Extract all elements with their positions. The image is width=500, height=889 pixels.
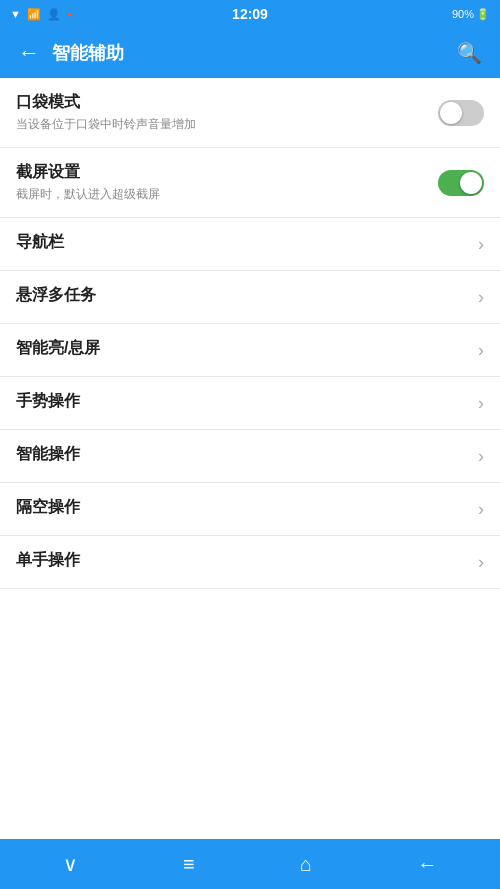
nav-back[interactable]: ← <box>401 845 453 884</box>
page-title: 智能辅助 <box>52 41 449 65</box>
chevron-air-ops: › <box>478 499 484 520</box>
settings-item-screenshot-settings[interactable]: 截屏设置截屏时，默认进入超级截屏 <box>0 148 500 218</box>
search-button[interactable]: 🔍 <box>449 33 490 73</box>
settings-item-navigation-bar[interactable]: 导航栏 › <box>0 218 500 271</box>
settings-item-onehand-ops[interactable]: 单手操作 › <box>0 536 500 589</box>
settings-item-content-onehand-ops: 单手操作 <box>16 550 468 574</box>
settings-item-title-floating-multitask: 悬浮多任务 <box>16 285 468 306</box>
settings-item-content-smart-screen: 智能亮/息屏 <box>16 338 468 362</box>
nav-chevron-down[interactable]: ∨ <box>47 844 94 884</box>
settings-item-title-smart-ops: 智能操作 <box>16 444 468 465</box>
settings-item-desc-screenshot-settings: 截屏时，默认进入超级截屏 <box>16 186 428 203</box>
chevron-floating-multitask: › <box>478 287 484 308</box>
settings-item-title-air-ops: 隔空操作 <box>16 497 468 518</box>
toggle-knob-screenshot-settings <box>460 172 482 194</box>
toggle-pocket-mode[interactable] <box>438 100 484 126</box>
notification-dot: ● <box>67 10 72 19</box>
settings-item-title-screenshot-settings: 截屏设置 <box>16 162 428 183</box>
chevron-smart-ops: › <box>478 446 484 467</box>
settings-item-smart-ops[interactable]: 智能操作 › <box>0 430 500 483</box>
chevron-gesture-ops: › <box>478 393 484 414</box>
settings-item-air-ops[interactable]: 隔空操作 › <box>0 483 500 536</box>
settings-item-content-smart-ops: 智能操作 <box>16 444 468 468</box>
status-icons-right: 90% 🔋 <box>452 8 490 21</box>
chevron-navigation-bar: › <box>478 234 484 255</box>
settings-item-content-gesture-ops: 手势操作 <box>16 391 468 415</box>
settings-item-content-air-ops: 隔空操作 <box>16 497 468 521</box>
toggle-knob-pocket-mode <box>440 102 462 124</box>
battery-icon: 90% 🔋 <box>452 8 490 21</box>
back-button[interactable]: ← <box>10 32 48 74</box>
settings-item-title-onehand-ops: 单手操作 <box>16 550 468 571</box>
settings-item-smart-screen[interactable]: 智能亮/息屏 › <box>0 324 500 377</box>
settings-item-content-screenshot-settings: 截屏设置截屏时，默认进入超级截屏 <box>16 162 428 203</box>
chevron-smart-screen: › <box>478 340 484 361</box>
status-bar: ▼ 📶 👤 ● 12:09 90% 🔋 <box>0 0 500 28</box>
wifi-icon: ▼ <box>10 8 21 20</box>
settings-item-title-gesture-ops: 手势操作 <box>16 391 468 412</box>
settings-item-floating-multitask[interactable]: 悬浮多任务 › <box>0 271 500 324</box>
header-bar: ← 智能辅助 🔍 <box>0 28 500 78</box>
settings-item-content-floating-multitask: 悬浮多任务 <box>16 285 468 309</box>
settings-item-title-pocket-mode: 口袋模式 <box>16 92 428 113</box>
nav-menu[interactable]: ≡ <box>167 845 211 884</box>
settings-item-title-smart-screen: 智能亮/息屏 <box>16 338 468 359</box>
status-icons-left: ▼ 📶 👤 ● <box>10 8 72 21</box>
toggle-screenshot-settings[interactable] <box>438 170 484 196</box>
chevron-onehand-ops: › <box>478 552 484 573</box>
nav-home[interactable]: ⌂ <box>284 845 328 884</box>
settings-item-desc-pocket-mode: 当设备位于口袋中时铃声音量增加 <box>16 116 428 133</box>
settings-item-gesture-ops[interactable]: 手势操作 › <box>0 377 500 430</box>
bottom-nav: ∨ ≡ ⌂ ← <box>0 839 500 889</box>
settings-list: 口袋模式当设备位于口袋中时铃声音量增加截屏设置截屏时，默认进入超级截屏导航栏›悬… <box>0 78 500 839</box>
status-time: 12:09 <box>232 6 268 22</box>
user-icon: 👤 <box>47 8 61 21</box>
signal-icon: 📶 <box>27 8 41 21</box>
settings-item-title-navigation-bar: 导航栏 <box>16 232 468 253</box>
settings-item-content-navigation-bar: 导航栏 <box>16 232 468 256</box>
settings-item-pocket-mode[interactable]: 口袋模式当设备位于口袋中时铃声音量增加 <box>0 78 500 148</box>
settings-item-content-pocket-mode: 口袋模式当设备位于口袋中时铃声音量增加 <box>16 92 428 133</box>
